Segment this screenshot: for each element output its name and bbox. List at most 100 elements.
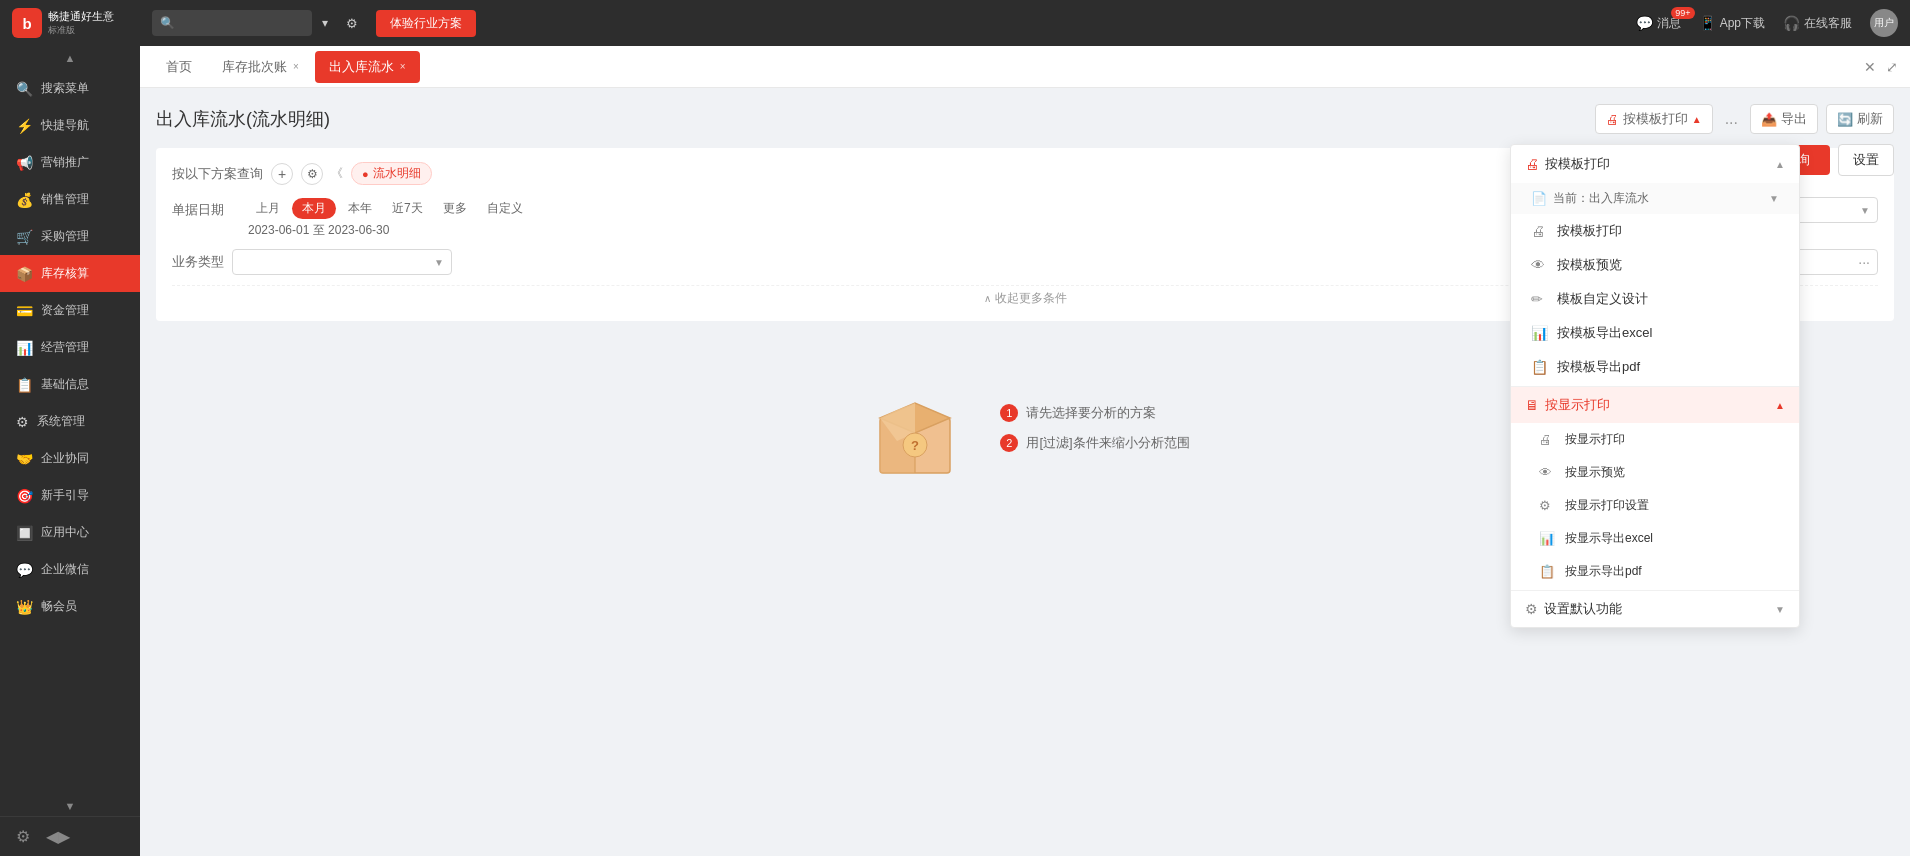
date-btn-custom[interactable]: 自定义 (479, 197, 531, 220)
sidebar-item-basic[interactable]: 📋 基础信息 (0, 366, 140, 403)
dropdown-current-template[interactable]: 📄 当前：出入库流水 ▼ (1511, 183, 1799, 214)
tab-home[interactable]: 首页 (152, 50, 206, 84)
date-btn-this-month[interactable]: 本月 (292, 198, 336, 219)
sidebar-settings-icon[interactable]: ⚙ (16, 827, 30, 846)
current-template-icon: 📄 (1531, 191, 1547, 206)
print-dropdown-panel: 🖨 按模板打印 ▲ 📄 当前：出入库流水 ▼ (1510, 144, 1800, 628)
date-btn-more[interactable]: 更多 (435, 197, 475, 220)
sidebar-item-operations[interactable]: 📊 经营管理 (0, 329, 140, 366)
tmpl-pdf-icon: 📋 (1531, 359, 1547, 375)
business-type-select[interactable] (232, 249, 452, 275)
dropdown-item-display-pdf[interactable]: 📋 按显示导出pdf (1511, 555, 1799, 590)
tab-batch[interactable]: 库存批次账 × (208, 50, 313, 84)
dropdown-item-template-preview[interactable]: 👁 按模板预览 (1511, 248, 1799, 282)
filter-settings-btn[interactable]: ⚙ (301, 163, 323, 185)
topbar-dropdown-arrow[interactable]: ▾ (322, 16, 328, 30)
app-download-btn[interactable]: 📱 App下载 (1699, 15, 1765, 32)
dropdown-item-display-excel[interactable]: 📊 按显示导出excel (1511, 522, 1799, 555)
warehouse-more-icon[interactable]: ··· (1858, 254, 1870, 270)
settings-btn[interactable]: 设置 (1838, 144, 1894, 176)
page-header: 出入库流水(流水明细) 🖨 按模板打印 ▲ ... 📤 导出 🔄 刷新 (156, 104, 1894, 134)
user-avatar[interactable]: 用户 (1870, 9, 1898, 37)
enterprise-icon: 🤝 (16, 451, 33, 467)
sidebar-item-quicknav[interactable]: ⚡ 快捷导航 (0, 107, 140, 144)
dropdown-title: 按模板打印 (1545, 155, 1610, 173)
filter-tag-label: 流水明细 (373, 165, 421, 182)
refresh-icon: 🔄 (1837, 112, 1853, 127)
sidebar-item-system[interactable]: ⚙ 系统管理 (0, 403, 140, 440)
search-box[interactable]: 🔍 (152, 10, 312, 36)
sidebar-item-search[interactable]: 🔍 搜索菜单 (0, 70, 140, 107)
display-section-arrow: ▲ (1775, 400, 1785, 411)
filter-scheme-tag[interactable]: ● 流水明细 (351, 162, 432, 185)
business-type-select-wrapper: ▼ (232, 249, 452, 275)
topbar-right: 💬 消息 99+ 📱 App下载 🎧 在线客服 用户 (1636, 9, 1898, 37)
sidebar-item-inventory[interactable]: 📦 库存核算 (0, 255, 140, 292)
footer-settings-icon: ⚙ (1525, 601, 1538, 617)
sidebar-item-finance[interactable]: 💳 资金管理 (0, 292, 140, 329)
messages-btn[interactable]: 💬 消息 99+ (1636, 15, 1681, 32)
tab-actions: ✕ ⤢ (1864, 59, 1898, 75)
operations-icon: 📊 (16, 340, 33, 356)
member-icon: 👑 (16, 599, 33, 615)
dropdown-footer[interactable]: ⚙ 设置默认功能 ▼ (1511, 591, 1799, 627)
sidebar-scroll-down[interactable]: ▼ (65, 800, 76, 812)
template-print-btn[interactable]: 🖨 按模板打印 ▲ (1595, 104, 1713, 134)
sidebar-collapse-icon[interactable]: ◀▶ (46, 827, 70, 846)
headset-icon: 🎧 (1783, 15, 1800, 31)
dropdown-item-template-excel[interactable]: 📊 按模板导出excel (1511, 316, 1799, 350)
display-header-icon: 🖥 (1525, 397, 1539, 413)
date-field-label: 单据日期 (172, 201, 224, 219)
sidebar-nav: 🔍 搜索菜单 ⚡ 快捷导航 📢 营销推广 💰 销售管理 🛒 采购管理 📦 (0, 70, 140, 796)
sidebar-item-purchase[interactable]: 🛒 采购管理 (0, 218, 140, 255)
sidebar-item-wechat[interactable]: 💬 企业微信 (0, 551, 140, 588)
dropdown-item-template-pdf[interactable]: 📋 按模板导出pdf (1511, 350, 1799, 386)
disp-pdf-icon: 📋 (1539, 564, 1555, 579)
sidebar-item-sales[interactable]: 💰 销售管理 (0, 181, 140, 218)
dropdown-item-display-print[interactable]: 🖨 按显示打印 (1511, 423, 1799, 456)
filter-collapse-btn[interactable]: 《 (331, 165, 343, 182)
printer-icon: 🖨 (1606, 112, 1619, 127)
tab-expand[interactable]: ⤢ (1886, 59, 1898, 75)
sidebar-item-enterprise[interactable]: 🤝 企业协同 (0, 440, 140, 477)
tab-flow[interactable]: 出入库流水 × (315, 51, 420, 83)
content-area: 首页 库存批次账 × 出入库流水 × ✕ ⤢ 出入库流水(流水明细) (140, 46, 1910, 856)
template-print-label: 按模板打印 (1623, 110, 1688, 128)
refresh-label: 刷新 (1857, 110, 1883, 128)
sidebar-item-member[interactable]: 👑 畅会员 (0, 588, 140, 625)
date-btn-7days[interactable]: 近7天 (384, 197, 431, 220)
dropdown-display-header[interactable]: 🖥 按显示打印 ▲ (1511, 387, 1799, 423)
dropdown-item-template-design[interactable]: ✏ 模板自定义设计 (1511, 282, 1799, 316)
filter-tag-icon: ● (362, 168, 369, 180)
current-template-label: 当前：出入库流水 (1553, 190, 1649, 207)
sidebar-item-marketing[interactable]: 📢 营销推广 (0, 144, 140, 181)
sidebar-item-appcenter[interactable]: 🔲 应用中心 (0, 514, 140, 551)
tab-flow-close[interactable]: × (400, 61, 406, 72)
dropdown-item-display-settings[interactable]: ⚙ 按显示打印设置 (1511, 489, 1799, 522)
online-service-btn[interactable]: 🎧 在线客服 (1783, 15, 1852, 32)
trial-btn[interactable]: 体验行业方案 (376, 10, 476, 37)
marketing-icon: 📢 (16, 155, 33, 171)
search-icon: 🔍 (160, 16, 175, 30)
app-badge: 标准版 (48, 24, 114, 37)
filter-add-btn[interactable]: + (271, 163, 293, 185)
dropdown-collapse-icon[interactable]: ▲ (1775, 159, 1785, 170)
date-btn-this-year[interactable]: 本年 (340, 197, 380, 220)
export-btn[interactable]: 📤 导出 (1750, 104, 1818, 134)
sidebar-item-guide[interactable]: 🎯 新手引导 (0, 477, 140, 514)
guide-icon: 🎯 (16, 488, 33, 504)
tab-batch-close[interactable]: × (293, 61, 299, 72)
date-btn-last-month[interactable]: 上月 (248, 197, 288, 220)
inventory-icon: 📦 (16, 266, 33, 282)
toolbar-more-icon[interactable]: ... (1721, 110, 1742, 128)
dropdown-item-template-print[interactable]: 🖨 按模板打印 (1511, 214, 1799, 248)
sidebar-scroll-up[interactable]: ▲ (65, 52, 76, 64)
page-content: 出入库流水(流水明细) 🖨 按模板打印 ▲ ... 📤 导出 🔄 刷新 (140, 88, 1910, 856)
page-title: 出入库流水(流水明细) (156, 107, 330, 131)
dropdown-item-display-preview[interactable]: 👁 按显示预览 (1511, 456, 1799, 489)
wechat-icon: 💬 (16, 562, 33, 578)
refresh-btn[interactable]: 🔄 刷新 (1826, 104, 1894, 134)
topbar-gear-btn[interactable]: ⚙ (338, 9, 366, 37)
tab-close-window[interactable]: ✕ (1864, 59, 1876, 75)
app-logo: b 畅捷通好生意 标准版 (12, 8, 142, 38)
